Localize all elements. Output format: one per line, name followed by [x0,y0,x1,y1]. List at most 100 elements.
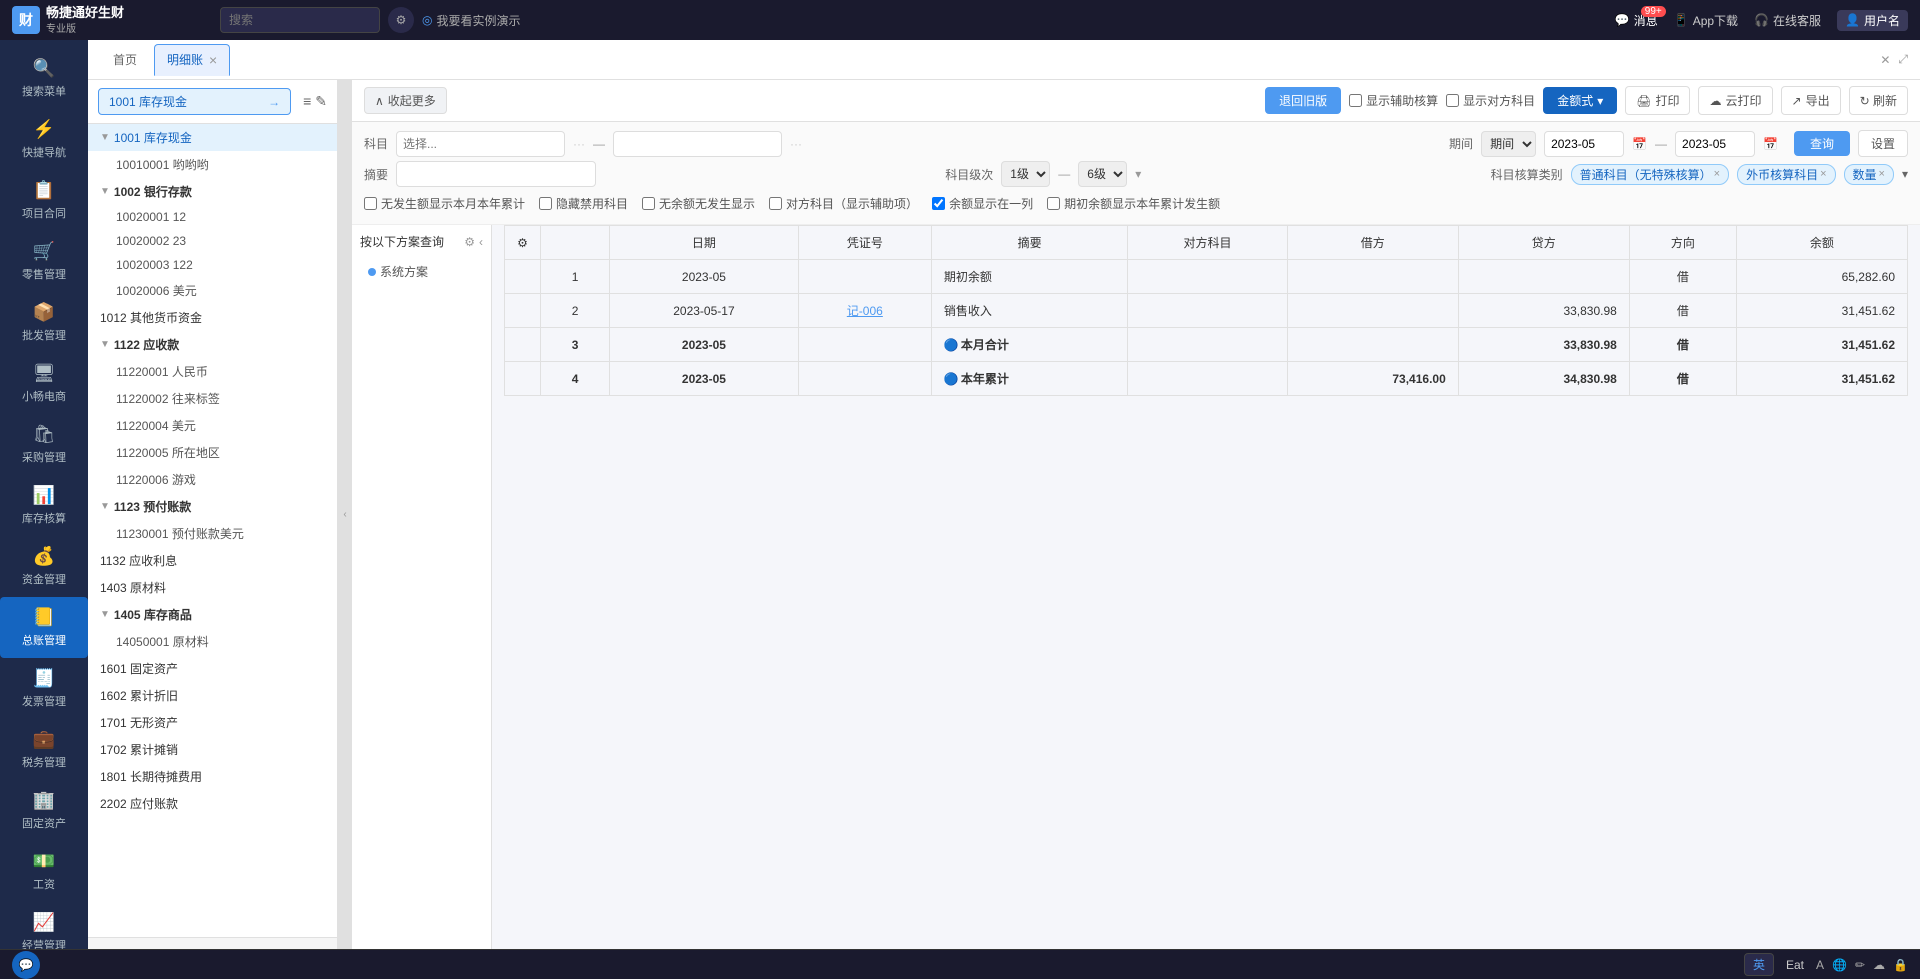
accounts-scrollbar[interactable] [88,937,337,949]
filter-tag-normal[interactable]: 普通科目（无特殊核算） × [1571,164,1729,185]
text-icon[interactable]: A [1816,958,1824,972]
scheme-item-system[interactable]: 系统方案 [360,258,483,285]
account-item-1801[interactable]: 1801 长期待摊费用 [88,763,337,790]
tab-home[interactable]: 首页 [100,44,150,76]
col-settings[interactable]: ⚙ [505,226,541,260]
cell-voucher[interactable]: 记-006 [798,294,931,328]
period-icon[interactable]: 📅 [1632,137,1647,151]
list-view-icon[interactable]: ≡ [303,93,311,110]
account-item-1123[interactable]: ▼ 1123 预付账款 [88,493,337,520]
sidebar-item-purchase[interactable]: 🛍 采购管理 [0,414,88,475]
sidebar-item-management[interactable]: 📈 经营管理 [0,902,88,949]
export-btn[interactable]: ↗ 导出 [1781,86,1841,115]
account-item-1702[interactable]: 1702 累计摊销 [88,736,337,763]
refresh-btn[interactable]: ↻ 刷新 [1849,86,1908,115]
cloud-print-btn[interactable]: ☁ 云打印 [1698,86,1772,115]
query-btn[interactable]: 查询 [1794,131,1850,156]
account-item-1012[interactable]: 1012 其他货币资金 [88,304,337,331]
account-item-1602[interactable]: 1602 累计折旧 [88,682,337,709]
demo-link[interactable]: ◎ 我要看实例演示 [422,12,521,29]
filter-tag-foreign[interactable]: 外币核算科目 × [1737,164,1835,185]
account-item-14050001[interactable]: 14050001 原材料 [88,628,337,655]
lock-icon[interactable]: 🔒 [1893,958,1908,972]
tab-maximize-icon[interactable]: ⤢ [1898,52,1908,67]
sidebar-item-retail[interactable]: 🛒 零售管理 [0,231,88,292]
subject-input-end[interactable] [613,131,782,157]
globe-icon[interactable]: 🌐 [1832,958,1847,972]
account-item-10010001[interactable]: 10010001 哟哟哟 [88,151,337,178]
search-input[interactable] [220,7,380,33]
pen-icon[interactable]: ✏ [1855,958,1865,972]
sidebar-item-search[interactable]: 🔍 搜索菜单 [0,48,88,109]
account-item-1132[interactable]: 1132 应收利息 [88,547,337,574]
sidebar-item-ledger[interactable]: 📒 总账管理 [0,597,88,658]
sidebar-item-wholesale[interactable]: 📦 批发管理 [0,292,88,353]
sidebar-item-finance[interactable]: 💰 资金管理 [0,536,88,597]
cloud-status-icon[interactable]: ☁ [1873,958,1885,972]
sidebar-item-project[interactable]: 📋 项目合同 [0,170,88,231]
summary-input[interactable] [396,161,596,187]
level-start-select[interactable]: 1级 [1001,161,1050,187]
account-item-1122[interactable]: ▼ 1122 应收款 [88,331,337,358]
show-auxiliary-checkbox[interactable]: 显示辅助核算 [1349,92,1438,109]
account-item-1001[interactable]: ▼ 1001 库存现金 [88,124,337,151]
account-item-11220006[interactable]: 11220006 游戏 [88,466,337,493]
sidebar-item-invoice[interactable]: 🧾 发票管理 [0,658,88,719]
print-btn[interactable]: 🖨 打印 [1625,86,1690,115]
settings-btn[interactable]: ⚙ [388,7,414,33]
account-item-1601[interactable]: 1601 固定资产 [88,655,337,682]
no-balance-cb[interactable]: 无余额无发生显示 [642,195,755,212]
amount-format-btn[interactable]: 金额式 ▾ [1543,87,1617,114]
period-end-input[interactable] [1675,131,1755,157]
sidebar-item-tax[interactable]: 💼 税务管理 [0,719,88,780]
account-item-10020002[interactable]: 10020002 23 [88,229,337,253]
level-end-select[interactable]: 6级 [1078,161,1127,187]
tag-close-icon[interactable]: × [1879,168,1885,180]
tab-close-icon[interactable]: × [209,52,217,68]
account-item-10020006[interactable]: 10020006 美元 [88,277,337,304]
account-item-1002[interactable]: ▼ 1002 银行存款 [88,178,337,205]
settings-icon[interactable]: ⚙ [464,235,475,249]
no-occurrence-cb[interactable]: 无发生额显示本月本年累计 [364,195,525,212]
collapse-more-btn[interactable]: ∧ 收起更多 [364,87,447,114]
messages-btn[interactable]: 💬 消息 99+ [1615,12,1658,29]
show-counter-cb[interactable]: 对方科目（显示辅助项） [769,195,918,212]
account-item-10020003[interactable]: 10020003 122 [88,253,337,277]
online-service-btn[interactable]: 🎧 在线客服 [1754,12,1821,29]
account-item-11230001[interactable]: 11230001 预付账款美元 [88,520,337,547]
period-end-icon[interactable]: 📅 [1763,137,1778,151]
account-item-11220004[interactable]: 11220004 美元 [88,412,337,439]
lang-switch-btn[interactable]: 英 [1744,953,1774,976]
show-ytd-cb[interactable]: 期初余额显示本年累计发生额 [1047,195,1220,212]
tab-ledger[interactable]: 明细账 × [154,44,230,76]
period-type-select[interactable]: 期间 [1481,131,1536,157]
sidebar-item-nav[interactable]: ⚡ 快捷导航 [0,109,88,170]
account-item-1405[interactable]: ▼ 1405 库存商品 [88,601,337,628]
voucher-link[interactable]: 记-006 [847,304,883,318]
set-btn[interactable]: 设置 [1858,130,1908,157]
tag-close-icon[interactable]: × [1714,168,1720,180]
account-item-10020001[interactable]: 10020001 12 [88,205,337,229]
account-item-2202[interactable]: 2202 应付账款 [88,790,337,817]
chat-btn[interactable]: 💬 [12,951,40,979]
sidebar-item-assets[interactable]: 🏢 固定资产 [0,780,88,841]
hide-disabled-cb[interactable]: 隐藏禁用科目 [539,195,628,212]
sidebar-item-ecommerce[interactable]: 🖥 小畅电商 [0,353,88,414]
account-item-11220001[interactable]: 11220001 人民币 [88,358,337,385]
account-item-11220002[interactable]: 11220002 往来标签 [88,385,337,412]
show-counter-checkbox[interactable]: 显示对方科目 [1446,92,1535,109]
subject-input[interactable] [396,131,565,157]
account-item-1403[interactable]: 1403 原材料 [88,574,337,601]
account-item-11220005[interactable]: 11220005 所在地区 [88,439,337,466]
tab-close-all-icon[interactable]: ✕ [1880,53,1890,67]
sidebar-item-salary[interactable]: 💵 工资 [0,841,88,902]
back-to-old-btn[interactable]: 退回旧版 [1265,87,1341,114]
app-download-btn[interactable]: 📱 App下载 [1674,12,1738,29]
collapse-left-icon[interactable]: ‹ [479,235,483,249]
edit-view-icon[interactable]: ✎ [315,93,327,110]
selected-account[interactable]: 1001 库存现金 → [98,88,291,115]
balance-one-col-cb[interactable]: 余额显示在一列 [932,195,1033,212]
filter-tag-quantity[interactable]: 数量 × [1844,164,1894,185]
sidebar-item-inventory[interactable]: 📊 库存核算 [0,475,88,536]
tag-close-icon[interactable]: × [1820,168,1826,180]
